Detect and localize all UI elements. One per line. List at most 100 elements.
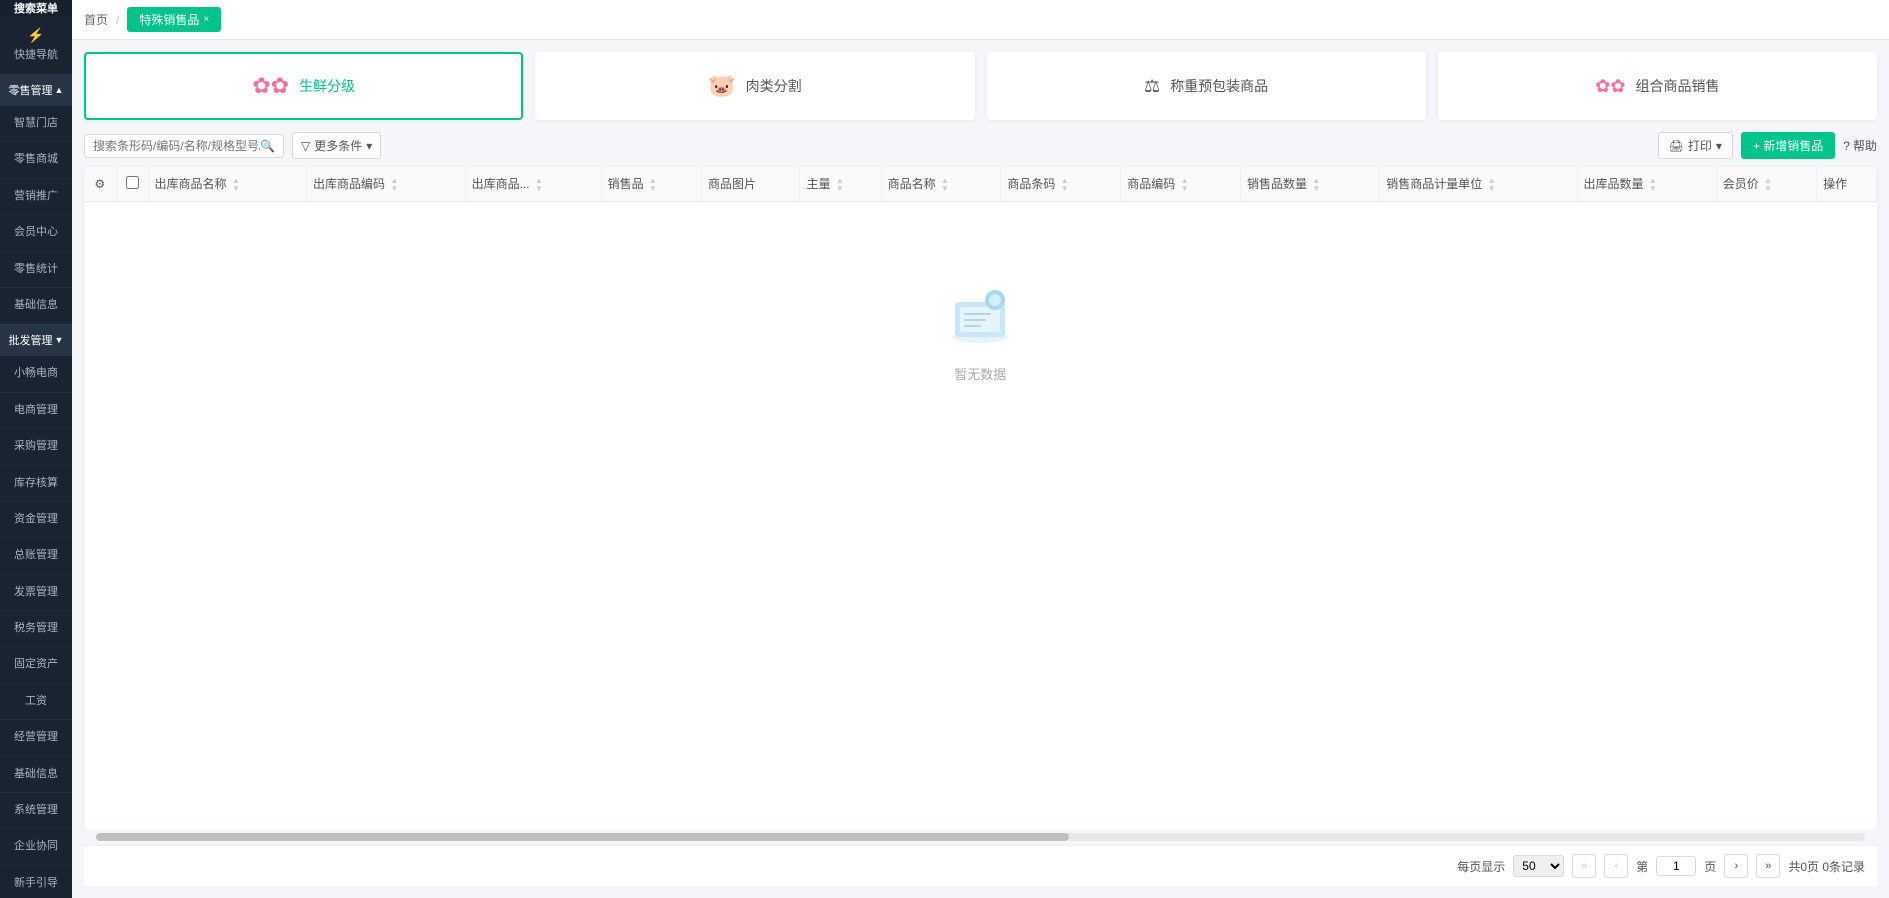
sidebar-item-mini-ecom[interactable]: 小畅电商 xyxy=(0,356,72,392)
sidebar-item-salary[interactable]: 工资 xyxy=(0,684,72,720)
empty-text: 暂无数据 xyxy=(954,364,1006,383)
th-settings[interactable]: ⚙ xyxy=(84,167,116,201)
sidebar-item-marketing[interactable]: 营销推广 xyxy=(0,179,72,215)
sidebar-item-tax-mgmt[interactable]: 税务管理 xyxy=(0,611,72,647)
sidebar-item-smart-store[interactable]: 智慧门店 xyxy=(0,106,72,142)
filter-button[interactable]: ▽ 更多条件 ▾ xyxy=(292,132,381,159)
sort-icons-6[interactable]: ▲▼ xyxy=(941,177,949,193)
empty-state-illustration xyxy=(940,282,1020,352)
tab-card-weigh-prepack[interactable]: ⚖ 称重预包装商品 xyxy=(987,52,1426,120)
th-main-unit: 主量 ▲▼ xyxy=(800,167,881,201)
sort-icons-7[interactable]: ▲▼ xyxy=(1061,177,1069,193)
th-sales-qty: 销售品数量 ▲▼ xyxy=(1241,167,1380,201)
topbar: 首页 / 特殊销售品 × xyxy=(72,0,1889,40)
close-tab-icon[interactable]: × xyxy=(203,14,209,25)
data-table: ⚙ 出库商品名称 ▲▼ 出库商品编码 ▲▼ 出库 xyxy=(84,167,1877,463)
active-tab-special-sales[interactable]: 特殊销售品 × xyxy=(127,7,221,32)
th-sales-product: 销售品 ▲▼ xyxy=(601,167,701,201)
sidebar-item-ecom-mgmt[interactable]: 电商管理 xyxy=(0,393,72,429)
next-page-button[interactable]: › xyxy=(1724,854,1748,878)
sidebar-item-invoice-mgmt[interactable]: 发票管理 xyxy=(0,575,72,611)
sort-icons-8[interactable]: ▲▼ xyxy=(1181,177,1189,193)
th-out-product-code: 出库商品编码 ▲▼ xyxy=(307,167,466,201)
sidebar-item-retail-mall[interactable]: 零售商城 xyxy=(0,142,72,178)
sidebar-item-system-mgmt[interactable]: 系统管理 xyxy=(0,793,72,829)
th-out-product-name: 出库商品名称 ▲▼ xyxy=(148,167,307,201)
print-icon: 🖨 xyxy=(1669,139,1684,153)
add-sales-product-button[interactable]: + 新增销售品 xyxy=(1741,132,1835,159)
fresh-grading-icon: ✿✿ xyxy=(252,73,289,99)
filter-icon: ▽ xyxy=(301,139,310,153)
th-product-image: 商品图片 xyxy=(702,167,800,201)
search-box[interactable]: 🔍 xyxy=(84,134,284,158)
sidebar-item-purchase-mgmt[interactable]: 采购管理 xyxy=(0,429,72,465)
tab-cards: ✿✿ 生鲜分级 🐷 肉类分割 ⚖ 称重预包装商品 ✿✿ 组合商品销售 xyxy=(84,52,1877,120)
sidebar-item-basic-info[interactable]: 基础信息 xyxy=(0,288,72,324)
empty-state-row: 暂无数据 xyxy=(84,201,1877,463)
toolbar-left: 🔍 ▽ 更多条件 ▾ xyxy=(84,132,381,159)
sort-icons-2[interactable]: ▲▼ xyxy=(390,177,398,193)
sidebar-item-wholesale-mgmt[interactable]: 批发管理 ▼ xyxy=(0,324,72,356)
first-page-icon: « xyxy=(1581,860,1587,872)
horizontal-scrollbar-area xyxy=(84,829,1877,845)
sidebar-item-general-ledger[interactable]: 总账管理 xyxy=(0,538,72,574)
first-page-button[interactable]: « xyxy=(1572,854,1596,878)
sort-icons-4[interactable]: ▲▼ xyxy=(649,177,657,193)
sidebar-item-capital-mgmt[interactable]: 资金管理 xyxy=(0,502,72,538)
sort-icons-12[interactable]: ▲▼ xyxy=(1764,177,1772,193)
search-icon[interactable]: 🔍 xyxy=(260,139,275,153)
sidebar-item-fixed-assets[interactable]: 固定资产 xyxy=(0,647,72,683)
sort-icons-5[interactable]: ▲▼ xyxy=(836,177,844,193)
total-text: 共0页 0条记录 xyxy=(1788,858,1865,875)
sidebar-item-company-agreement[interactable]: 企业协同 xyxy=(0,829,72,865)
sort-icons-3[interactable]: ▲▼ xyxy=(535,177,543,193)
help-icon: ? xyxy=(1843,139,1850,153)
sort-icons-9[interactable]: ▲▼ xyxy=(1312,177,1320,193)
sidebar: 搜索菜单 ⚡ 快捷导航 零售管理 ▲ 智慧门店 零售商城 营销推广 会员中心 零… xyxy=(0,0,72,898)
sort-icons-10[interactable]: ▲▼ xyxy=(1488,177,1496,193)
breadcrumb-home[interactable]: 首页 xyxy=(84,11,108,28)
page-size-select[interactable]: 10 20 50 100 xyxy=(1513,855,1564,877)
help-button[interactable]: ? 帮助 xyxy=(1843,137,1877,154)
th-operation: 操作 xyxy=(1817,167,1877,201)
next-page-icon: › xyxy=(1734,860,1738,872)
tab-card-fresh-grading[interactable]: ✿✿ 生鲜分级 xyxy=(84,52,523,120)
sidebar-item-member-center[interactable]: 会员中心 xyxy=(0,215,72,251)
expand-icon-2: ▼ xyxy=(55,335,64,345)
sidebar-logo: 搜索菜单 xyxy=(0,0,72,16)
page-input[interactable] xyxy=(1656,856,1696,876)
per-page-label: 每页显示 xyxy=(1457,858,1505,875)
page-label: 第 xyxy=(1636,858,1648,875)
combo-sales-icon: ✿✿ xyxy=(1595,76,1625,97)
sidebar-item-newbie-guide[interactable]: 新手引导 xyxy=(0,866,72,898)
tab-card-combo-sales[interactable]: ✿✿ 组合商品销售 xyxy=(1438,52,1877,120)
tab-card-meat-division[interactable]: 🐷 肉类分割 xyxy=(535,52,974,120)
sidebar-item-retail-mgmt[interactable]: 零售管理 ▲ xyxy=(0,74,72,106)
table-header-row: ⚙ 出库商品名称 ▲▼ 出库商品编码 ▲▼ 出库 xyxy=(84,167,1877,201)
search-input[interactable] xyxy=(93,139,260,153)
last-page-icon: » xyxy=(1765,860,1771,872)
sidebar-item-quick-nav[interactable]: ⚡ 快捷导航 xyxy=(0,16,72,74)
print-button[interactable]: 🖨 打印 ▾ xyxy=(1658,132,1733,159)
horizontal-scrollbar-track[interactable] xyxy=(96,833,1865,841)
th-member-price: 会员价 ▲▼ xyxy=(1716,167,1816,201)
sort-icons-11[interactable]: ▲▼ xyxy=(1649,177,1657,193)
page-content: ✿✿ 生鲜分级 🐷 肉类分割 ⚖ 称重预包装商品 ✿✿ 组合商品销售 🔍 xyxy=(72,40,1889,898)
th-out-qty: 出库品数量 ▲▼ xyxy=(1577,167,1716,201)
prev-page-button[interactable]: ‹ xyxy=(1604,854,1628,878)
print-dropdown-icon: ▾ xyxy=(1716,139,1722,153)
last-page-button[interactable]: » xyxy=(1756,854,1780,878)
horizontal-scrollbar-thumb[interactable] xyxy=(96,833,1069,841)
pagination-bar: 每页显示 10 20 50 100 « ‹ 第 页 › » 共0页 0条记录 xyxy=(84,845,1877,886)
sidebar-item-retail-stats[interactable]: 零售统计 xyxy=(0,252,72,288)
main-content: 首页 / 特殊销售品 × ✿✿ 生鲜分级 🐷 肉类分割 ⚖ 称重预包装商品 ✿✿ xyxy=(72,0,1889,898)
page-suffix: 页 xyxy=(1704,858,1716,875)
prev-page-icon: ‹ xyxy=(1614,860,1618,872)
select-all-checkbox[interactable] xyxy=(126,176,139,189)
sort-icons[interactable]: ▲▼ xyxy=(232,177,240,193)
sidebar-item-basic-info2[interactable]: 基础信息 xyxy=(0,757,72,793)
th-checkbox[interactable] xyxy=(116,167,148,201)
quick-nav-icon: ⚡ xyxy=(4,26,68,46)
sidebar-item-inventory-check[interactable]: 库存核算 xyxy=(0,466,72,502)
sidebar-item-ops-mgmt[interactable]: 经营管理 xyxy=(0,720,72,756)
